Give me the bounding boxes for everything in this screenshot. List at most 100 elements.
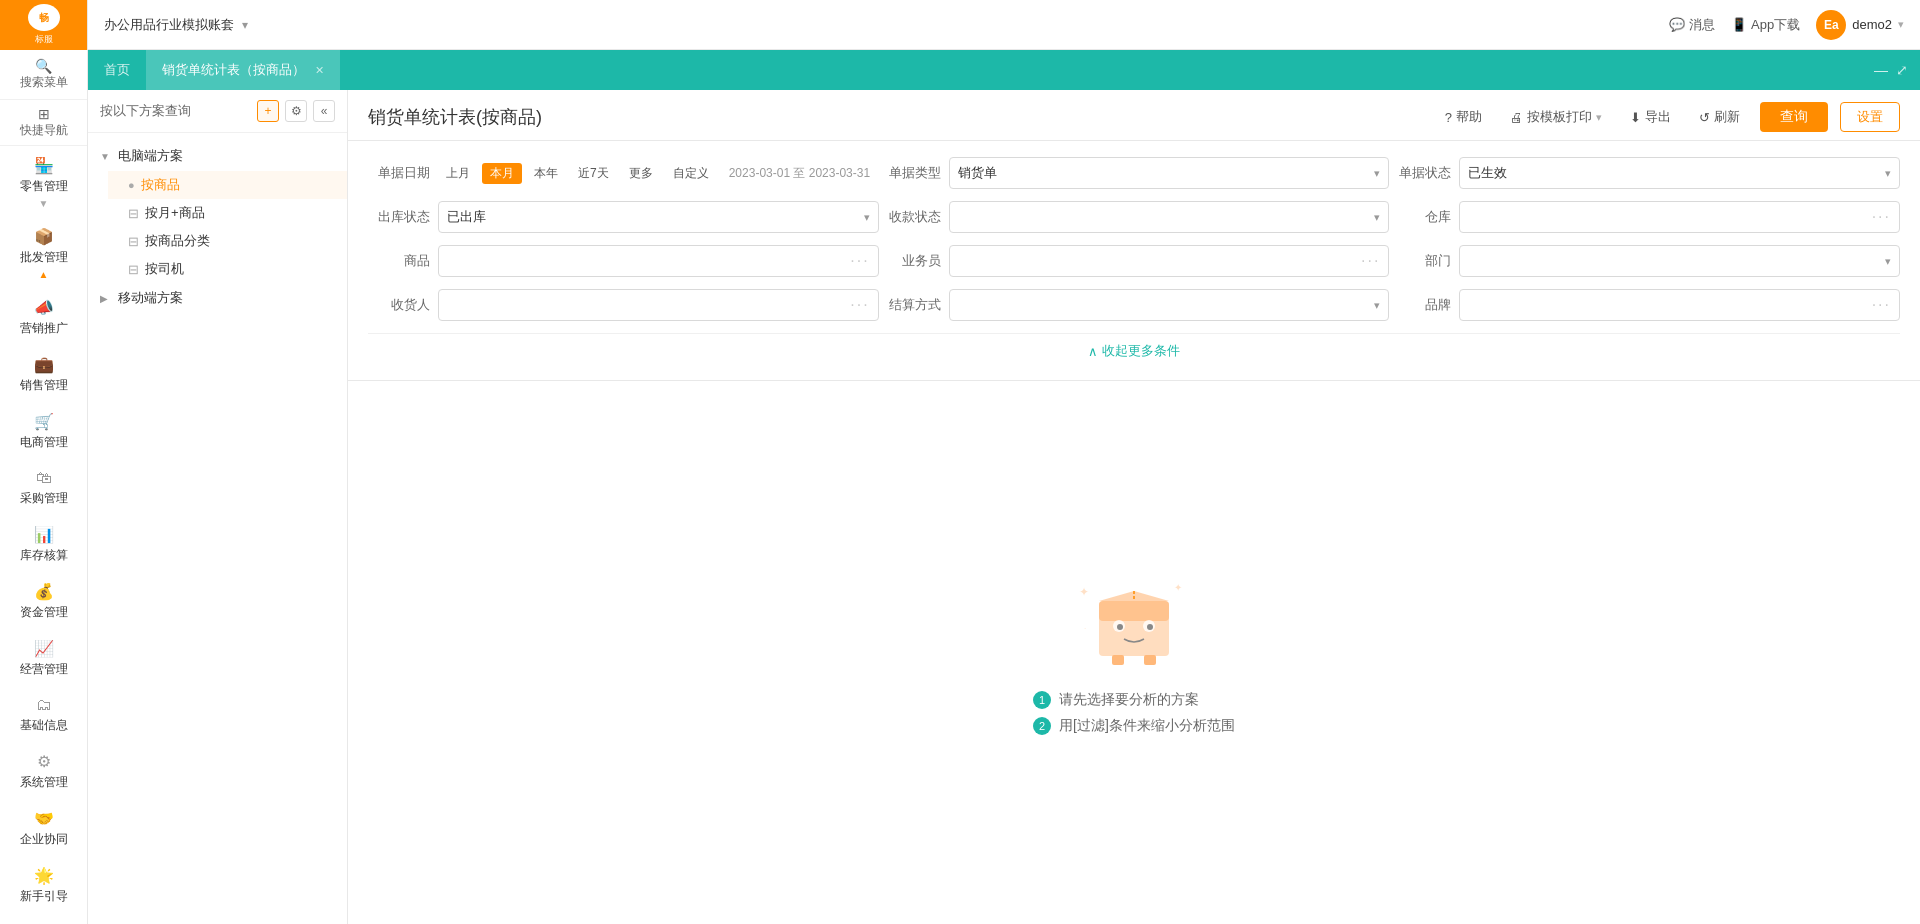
- settings-btn[interactable]: 设置: [1840, 102, 1900, 132]
- sidebar-item-wholesale[interactable]: 📦 批发管理 ▲: [0, 217, 87, 288]
- tree-node-by-driver[interactable]: ⊟ 按司机: [108, 255, 347, 283]
- filter-row-3: 商品 ··· 业务员 ··· 部门: [368, 245, 1900, 277]
- sidebar-item-sales[interactable]: 💼 销售管理: [0, 345, 87, 402]
- query-btn[interactable]: 查询: [1760, 102, 1828, 132]
- print-icon: 🖨: [1510, 110, 1523, 125]
- sidebar-item-marketing[interactable]: 📣 营销推广: [0, 288, 87, 345]
- sidebar-item-retail[interactable]: 🏪 零售管理 ▼: [0, 146, 87, 217]
- message-btn[interactable]: 💬 消息: [1669, 16, 1715, 34]
- svg-point-6: [1117, 624, 1123, 630]
- logo-text: 标服: [35, 33, 53, 46]
- empty-tips: 1 请先选择要分析的方案 2 用[过滤]条件来缩小分析范围: [1033, 691, 1235, 735]
- tree-child-icon-product: ●: [128, 179, 135, 191]
- receiver-dots: ···: [850, 296, 869, 314]
- enterprise-icon: 🤝: [34, 809, 54, 828]
- left-panel-title: 按以下方案查询: [100, 102, 191, 120]
- out-status-label: 出库状态: [368, 208, 438, 226]
- export-btn[interactable]: ⬇ 导出: [1622, 104, 1679, 130]
- receiver-input[interactable]: ···: [438, 289, 879, 321]
- goods-input[interactable]: ···: [438, 245, 879, 277]
- sidebar-item-system[interactable]: ⚙ 系统管理: [0, 742, 87, 799]
- svg-text:✦: ✦: [1174, 582, 1182, 593]
- collect-status-label: 收款状态: [879, 208, 949, 226]
- tree-node-by-product[interactable]: ● 按商品: [108, 171, 347, 199]
- doc-status-select[interactable]: 已生效 ▾: [1459, 157, 1900, 189]
- dept-select[interactable]: ▾: [1459, 245, 1900, 277]
- doc-type-select[interactable]: 销货单 ▾: [949, 157, 1390, 189]
- export-icon: ⬇: [1630, 110, 1641, 125]
- basics-icon: 🗂: [36, 696, 52, 714]
- tree-arrow-mobile: ▶: [100, 293, 112, 304]
- tree-child-icon-driver: ⊟: [128, 262, 139, 277]
- page-actions: ? 帮助 🖨 按模板打印 ▾ ⬇ 导出 ↺ 刷新: [1437, 102, 1900, 132]
- collect-status-arrow: ▾: [1374, 211, 1380, 224]
- out-status-select[interactable]: 已出库 ▾: [438, 201, 879, 233]
- guide-icon: 🌟: [34, 866, 54, 885]
- left-panel-icons: + ⚙ «: [257, 100, 335, 122]
- tab-minimize-icon[interactable]: —: [1874, 62, 1888, 78]
- doc-type-control-wrap: 销货单 ▾: [949, 157, 1390, 189]
- refresh-icon: ↺: [1699, 110, 1710, 125]
- collapse-filter-btn[interactable]: ∧ 收起更多条件: [368, 333, 1900, 364]
- logo-icon: 畅: [28, 4, 60, 31]
- warehouse-dots: ···: [1872, 208, 1891, 226]
- brand-input[interactable]: ···: [1459, 289, 1900, 321]
- salesperson-control-wrap: ···: [949, 245, 1390, 277]
- left-panel: 按以下方案查询 + ⚙ « ▼ 电脑端方案 ● 按商品: [88, 90, 348, 924]
- tree-node-by-month-product[interactable]: ⊟ 按月+商品: [108, 199, 347, 227]
- download-icon: 📱: [1731, 17, 1747, 32]
- salesperson-input[interactable]: ···: [949, 245, 1390, 277]
- empty-tip-2: 2 用[过滤]条件来缩小分析范围: [1033, 717, 1235, 735]
- date-tab-7days[interactable]: 近7天: [570, 163, 617, 184]
- dept-label: 部门: [1389, 252, 1459, 270]
- date-tab-lastmonth[interactable]: 上月: [438, 163, 478, 184]
- app-download-btn[interactable]: 📱 App下载: [1731, 16, 1800, 34]
- sidebar-item-guide[interactable]: 🌟 新手引导: [0, 856, 87, 913]
- brand-control-wrap: ···: [1459, 289, 1900, 321]
- tab-close-btn[interactable]: ✕: [315, 64, 324, 77]
- settle-label: 结算方式: [879, 296, 949, 314]
- user-menu[interactable]: Ea demo2 ▾: [1816, 10, 1904, 40]
- date-tab-custom[interactable]: 自定义: [665, 163, 717, 184]
- tree-node-desktop[interactable]: ▼ 电脑端方案: [88, 141, 347, 171]
- sidebar-item-enterprise[interactable]: 🤝 企业协同: [0, 799, 87, 856]
- date-tab-thismonth[interactable]: 本月: [482, 163, 522, 184]
- help-icon: ?: [1445, 110, 1452, 125]
- date-tab-more[interactable]: 更多: [621, 163, 661, 184]
- salesperson-label: 业务员: [879, 252, 949, 270]
- sidebar-search[interactable]: 🔍 搜索菜单: [0, 50, 87, 100]
- settings-scheme-btn[interactable]: ⚙: [285, 100, 307, 122]
- tree-node-mobile[interactable]: ▶ 移动端方案: [88, 283, 347, 313]
- sidebar-item-basics[interactable]: 🗂 基础信息: [0, 686, 87, 742]
- warehouse-label: 仓库: [1389, 208, 1459, 226]
- collapse-panel-btn[interactable]: «: [313, 100, 335, 122]
- tab-maximize-icon[interactable]: ⤢: [1896, 62, 1908, 78]
- sidebar-item-apps[interactable]: 🔧 应用中心: [0, 913, 87, 924]
- settle-select[interactable]: ▾: [949, 289, 1390, 321]
- sidebar-quick-nav[interactable]: ⊞ 快捷导航: [0, 100, 87, 146]
- collect-status-select[interactable]: ▾: [949, 201, 1390, 233]
- tip-num-2: 2: [1033, 717, 1051, 735]
- help-btn[interactable]: ? 帮助: [1437, 104, 1490, 130]
- print-btn[interactable]: 🖨 按模板打印 ▾: [1502, 104, 1610, 130]
- date-tab-thisyear[interactable]: 本年: [526, 163, 566, 184]
- tab-sales-stat[interactable]: 销货单统计表（按商品） ✕: [146, 50, 340, 90]
- workspace-dropdown[interactable]: ▾: [242, 18, 248, 32]
- sidebar-item-purchase[interactable]: 🛍 采购管理: [0, 459, 87, 515]
- sidebar-item-ecommerce[interactable]: 🛒 电商管理: [0, 402, 87, 459]
- warehouse-input[interactable]: ···: [1459, 201, 1900, 233]
- tip-num-1: 1: [1033, 691, 1051, 709]
- salesperson-dots: ···: [1361, 252, 1380, 270]
- tree-node-by-product-cat[interactable]: ⊟ 按商品分类: [108, 227, 347, 255]
- goods-dots: ···: [850, 252, 869, 270]
- receiver-control-wrap: ···: [438, 289, 879, 321]
- sidebar-item-inventory[interactable]: 📊 库存核算: [0, 515, 87, 572]
- sidebar-item-finance[interactable]: 💰 资金管理: [0, 572, 87, 629]
- tree-children-desktop: ● 按商品 ⊟ 按月+商品 ⊟ 按商品分类 ⊟ 按司机: [88, 171, 347, 283]
- sidebar-item-operations[interactable]: 📈 经营管理: [0, 629, 87, 686]
- add-scheme-btn[interactable]: +: [257, 100, 279, 122]
- svg-rect-9: [1144, 655, 1156, 665]
- refresh-btn[interactable]: ↺ 刷新: [1691, 104, 1748, 130]
- doc-status-arrow: ▾: [1885, 167, 1891, 180]
- tab-home[interactable]: 首页: [88, 50, 146, 90]
